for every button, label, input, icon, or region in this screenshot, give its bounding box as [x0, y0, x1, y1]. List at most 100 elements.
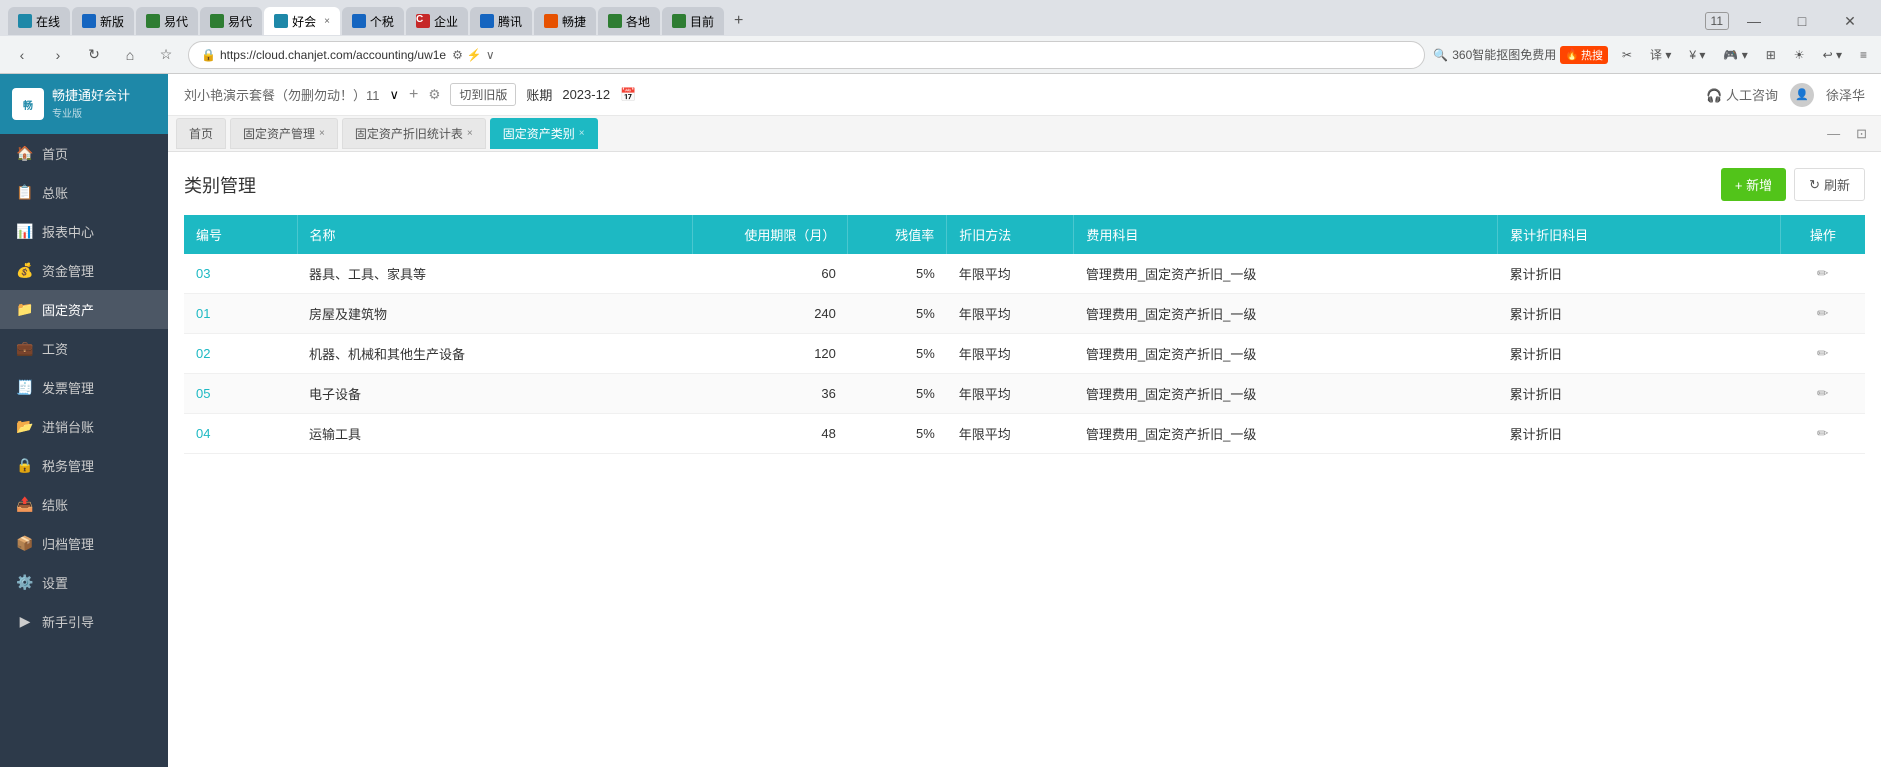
sun-icon[interactable]: ☀	[1788, 46, 1811, 64]
cell-depreciation-1: 累计折旧	[1498, 294, 1781, 334]
haohui-close-icon[interactable]: ×	[324, 16, 330, 27]
browser-tab-muqian[interactable]: 目前	[662, 7, 724, 35]
logo-icon: 畅	[12, 88, 44, 120]
home-button[interactable]: ⌂	[116, 41, 144, 69]
cell-name-3: 电子设备	[297, 374, 693, 414]
reload-button[interactable]: ↻	[80, 41, 108, 69]
refresh-button[interactable]: ↻ 刷新	[1794, 168, 1865, 201]
sidebar-item-home[interactable]: 🏠 首页	[0, 134, 168, 173]
sidebar-item-reports[interactable]: 📊 报表中心	[0, 212, 168, 251]
add-company-button[interactable]: +	[409, 86, 418, 104]
service-button[interactable]: 🎧 人工咨询	[1706, 85, 1778, 104]
calendar-icon[interactable]: 📅	[620, 87, 636, 103]
site-settings-icon[interactable]: ⚙	[452, 48, 463, 62]
sidebar-item-zhangzhang[interactable]: 📋 总账	[0, 173, 168, 212]
sidebar-item-settings[interactable]: ⚙️ 设置	[0, 563, 168, 602]
settings-cog-button[interactable]: ⚙	[428, 87, 440, 103]
yidai2-label: 易代	[228, 13, 252, 30]
yidai2-favicon	[210, 14, 224, 28]
sidebar-item-invoice[interactable]: 🧾 发票管理	[0, 368, 168, 407]
dropdown-icon[interactable]: ∨	[390, 87, 400, 103]
browser-tab-gesui[interactable]: 个税	[342, 7, 404, 35]
address-bar[interactable]: 🔒 https://cloud.chanjet.com/accounting/u…	[188, 41, 1425, 69]
tab-collapse-icon[interactable]: —	[1821, 126, 1846, 142]
col-header-code: 编号	[184, 215, 297, 254]
browser-tab-haohui[interactable]: 好会 ×	[264, 7, 340, 35]
add-button[interactable]: + 新增	[1721, 168, 1786, 201]
close-button[interactable]: ✕	[1827, 7, 1873, 35]
browser-tab-changjie[interactable]: 畅捷	[534, 7, 596, 35]
cell-code-3[interactable]: 05	[184, 374, 297, 414]
muqian-label: 目前	[690, 13, 714, 30]
switch-version-button[interactable]: 切到旧版	[450, 83, 516, 106]
edit-button-3[interactable]: ✏	[1817, 385, 1829, 402]
undo-icon[interactable]: ↩ ▾	[1817, 46, 1848, 64]
edit-button-0[interactable]: ✏	[1817, 265, 1829, 282]
cell-rate-3: 5%	[848, 374, 947, 414]
sidebar-item-tax[interactable]: 🔒 税务管理	[0, 446, 168, 485]
wallet-icon[interactable]: ¥ ▾	[1683, 46, 1711, 64]
browser-tab-xinban[interactable]: 新版	[72, 7, 134, 35]
cell-expense-4: 管理费用_固定资产折旧_一级	[1074, 414, 1498, 454]
secure-icon: 🔒	[201, 48, 216, 62]
browser-tab-gedi[interactable]: 各地	[598, 7, 660, 35]
browser-tab-qiye[interactable]: C 企业	[406, 7, 468, 35]
col-header-name: 名称	[297, 215, 693, 254]
sidebar-item-guide[interactable]: ▶ 新手引导	[0, 602, 168, 641]
bookmark-button[interactable]: ☆	[152, 41, 180, 69]
sidebar-item-ledger[interactable]: 📂 进销台账	[0, 407, 168, 446]
sidebar-item-close-accounts[interactable]: 📤 结账	[0, 485, 168, 524]
tab-asset-category[interactable]: 固定资产类别 ×	[490, 118, 598, 149]
tab-depreciation-table-close[interactable]: ×	[467, 128, 473, 139]
sidebar-item-salary[interactable]: 💼 工资	[0, 329, 168, 368]
menu-icon[interactable]: ≡	[1854, 46, 1873, 64]
back-button[interactable]: ‹	[8, 41, 36, 69]
minimize-button[interactable]: —	[1731, 7, 1777, 35]
cell-method-2: 年限平均	[947, 334, 1074, 374]
search-bar[interactable]: 🔍 360智能抠图免费用 🔥 热搜	[1433, 46, 1608, 64]
sidebar-item-archive[interactable]: 📦 归档管理	[0, 524, 168, 563]
browser-tab-yidai1[interactable]: 易代	[136, 7, 198, 35]
maximize-button[interactable]: □	[1779, 7, 1825, 35]
col-header-depreciation: 累计折旧科目	[1498, 215, 1781, 254]
cell-code-2[interactable]: 02	[184, 334, 297, 374]
changjie-label: 畅捷	[562, 13, 586, 30]
cell-code-4[interactable]: 04	[184, 414, 297, 454]
sidebar-item-fixed-assets[interactable]: 📁 固定资产	[0, 290, 168, 329]
browser-tab-zaixin[interactable]: 在线	[8, 7, 70, 35]
tab-fixed-assets-mgmt[interactable]: 固定资产管理 ×	[230, 118, 338, 149]
cell-rate-0: 5%	[848, 254, 947, 294]
haohui-label: 好会	[292, 13, 316, 30]
sidebar-item-capital[interactable]: 💰 资金管理	[0, 251, 168, 290]
top-header: 刘小艳演示套餐（勿删勿动！）11 ∨ + ⚙ 切到旧版 账期 2023-12 📅…	[168, 74, 1881, 116]
table-row: 05 电子设备 36 5% 年限平均 管理费用_固定资产折旧_一级 累计折旧 ✏	[184, 374, 1865, 414]
edit-button-2[interactable]: ✏	[1817, 345, 1829, 362]
grid-icon[interactable]: ⊞	[1760, 46, 1782, 64]
tab-home[interactable]: 首页	[176, 118, 226, 149]
browser-tab-tengxun[interactable]: 腾讯	[470, 7, 532, 35]
salary-icon: 💼	[16, 340, 34, 358]
translate-icon[interactable]: 译 ▾	[1644, 44, 1677, 65]
edit-button-4[interactable]: ✏	[1817, 425, 1829, 442]
col-header-actions: 操作	[1780, 215, 1865, 254]
tab-depreciation-table[interactable]: 固定资产折旧统计表 ×	[342, 118, 486, 149]
cell-period-0: 60	[693, 254, 848, 294]
games-icon[interactable]: 🎮 ▾	[1717, 46, 1753, 64]
edit-button-1[interactable]: ✏	[1817, 305, 1829, 322]
zaixin-favicon	[18, 14, 32, 28]
gesui-label: 个税	[370, 13, 394, 30]
tab-expand-icon[interactable]: ⊡	[1850, 126, 1873, 142]
cell-rate-2: 5%	[848, 334, 947, 374]
cell-actions-2: ✏	[1780, 334, 1865, 374]
cell-code-0[interactable]: 03	[184, 254, 297, 294]
new-tab-button[interactable]: +	[726, 8, 751, 34]
home-icon: 🏠	[16, 145, 34, 163]
table-row: 02 机器、机械和其他生产设备 120 5% 年限平均 管理费用_固定资产折旧_…	[184, 334, 1865, 374]
browser-tab-yidai2[interactable]: 易代	[200, 7, 262, 35]
cell-code-1[interactable]: 01	[184, 294, 297, 334]
scissors-icon[interactable]: ✂	[1616, 46, 1638, 64]
cell-period-3: 36	[693, 374, 848, 414]
tab-fixed-assets-mgmt-close[interactable]: ×	[319, 128, 325, 139]
forward-button[interactable]: ›	[44, 41, 72, 69]
tab-asset-category-close[interactable]: ×	[579, 128, 585, 139]
